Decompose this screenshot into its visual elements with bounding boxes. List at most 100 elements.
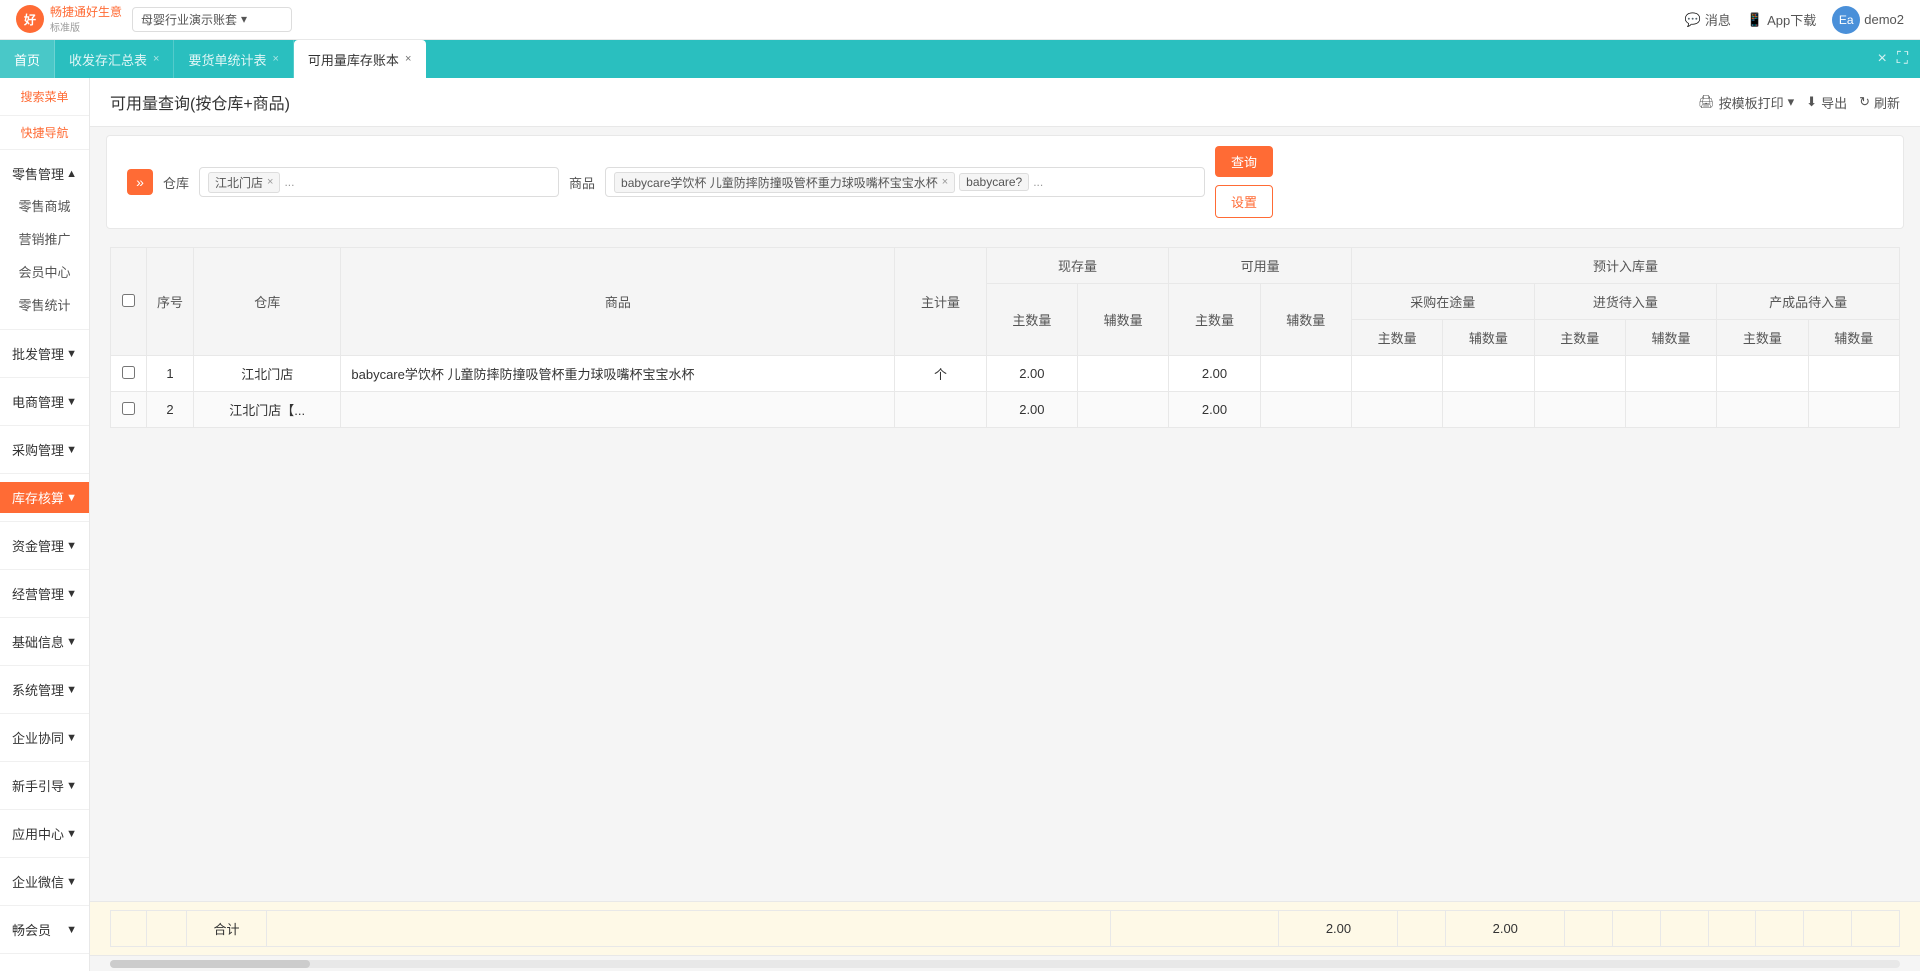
tab-bar-actions: × ⛶ bbox=[1865, 50, 1920, 68]
sidebar-item-retail-stats[interactable]: 零售统计 bbox=[0, 288, 89, 321]
product-filter[interactable]: babycare学饮杯 儿童防摔防撞吸管杯重力球吸嘴杯宝宝水杯 × babyca… bbox=[605, 167, 1205, 197]
sidebar-wholesale-chevron: ▼ bbox=[66, 348, 77, 360]
expand-icon: » bbox=[136, 174, 144, 190]
product-tag-0-close[interactable]: × bbox=[942, 176, 948, 188]
cell-incoming-main-1 bbox=[1534, 392, 1625, 428]
total-avail-main: 2.00 bbox=[1446, 911, 1565, 947]
sidebar-operations-header[interactable]: 经营管理 ▼ bbox=[0, 578, 89, 609]
sidebar-section-basic: 基础信息 ▼ bbox=[0, 618, 89, 666]
filter-expand-btn[interactable]: » bbox=[127, 169, 153, 195]
sidebar-item-member[interactable]: 会员中心 bbox=[0, 255, 89, 288]
sidebar-quick-nav[interactable]: 快捷导航 bbox=[0, 116, 89, 150]
cell-incoming-main-0 bbox=[1534, 356, 1625, 392]
cell-produced-aux-1 bbox=[1808, 392, 1899, 428]
cell-warehouse-0: 江北门店 bbox=[194, 356, 341, 392]
tab-home[interactable]: 首页 bbox=[0, 40, 55, 78]
sidebar-section-finance: 资金管理 ▼ bbox=[0, 522, 89, 570]
sidebar-basic-label: 基础信息 bbox=[12, 632, 64, 651]
table-row[interactable]: 1 江北门店 babycare学饮杯 儿童防摔防撞吸管杯重力球吸嘴杯宝宝水杯 个… bbox=[111, 356, 1900, 392]
sidebar-inventory-chevron: ▼ bbox=[66, 492, 77, 504]
tab-receive[interactable]: 收发存汇总表 × bbox=[55, 40, 174, 78]
table-row[interactable]: 2 江北门店【... 2.00 2.00 bbox=[111, 392, 1900, 428]
select-all-checkbox[interactable] bbox=[122, 294, 135, 307]
sidebar-apps-header[interactable]: 应用中心 ▼ bbox=[0, 818, 89, 849]
th-estimated-in: 预计入库量 bbox=[1351, 248, 1899, 284]
sidebar-section-wholesale: 批发管理 ▼ bbox=[0, 330, 89, 378]
cell-incoming-aux-1 bbox=[1625, 392, 1716, 428]
sidebar-wholesale-label: 批发管理 bbox=[12, 344, 64, 363]
sidebar-basic-header[interactable]: 基础信息 ▼ bbox=[0, 626, 89, 657]
warehouse-tag-close[interactable]: × bbox=[267, 176, 273, 188]
tab-close-all-btn[interactable]: × bbox=[1877, 50, 1886, 68]
table-body: 1 江北门店 babycare学饮杯 儿童防摔防撞吸管杯重力球吸嘴杯宝宝水杯 个… bbox=[111, 356, 1900, 428]
cell-checkbox-1[interactable] bbox=[111, 392, 147, 428]
sidebar-item-retail-shop[interactable]: 零售商城 bbox=[0, 189, 89, 222]
top-bar-left: 好 畅捷通好生意 标准版 母婴行业演示账套 ▾ bbox=[16, 5, 292, 34]
cell-stock-main-0: 2.00 bbox=[986, 356, 1077, 392]
sidebar-finance-chevron: ▼ bbox=[66, 540, 77, 552]
refresh-btn[interactable]: ↻ 刷新 bbox=[1859, 93, 1900, 112]
sidebar-member-header[interactable]: 畅会员 ▼ bbox=[0, 914, 89, 945]
sidebar-section-guide: 新手引导 ▼ bbox=[0, 762, 89, 810]
sidebar-system-header[interactable]: 系统管理 ▼ bbox=[0, 674, 89, 705]
tab-available[interactable]: 可用量库存账本 × bbox=[294, 40, 426, 78]
sidebar-section-ecommerce: 电商管理 ▼ bbox=[0, 378, 89, 426]
sidebar-retail-header[interactable]: 零售管理 ▲ bbox=[0, 158, 89, 189]
cell-produced-main-0 bbox=[1717, 356, 1808, 392]
tab-fullscreen-btn[interactable]: ⛶ bbox=[1897, 50, 1908, 68]
tab-order[interactable]: 要货单统计表 × bbox=[174, 40, 293, 78]
sidebar-item-marketing[interactable]: 营销推广 bbox=[0, 222, 89, 255]
cell-checkbox-0[interactable] bbox=[111, 356, 147, 392]
product-label: 商品 bbox=[569, 173, 595, 192]
warehouse-filter[interactable]: 江北门店 × ... bbox=[199, 167, 559, 197]
sidebar-search[interactable]: 搜索菜单 bbox=[0, 78, 89, 116]
scroll-thumb[interactable] bbox=[110, 960, 310, 968]
table-header-row-1: 序号 仓库 商品 主计量 现存量 可用量 预计入库量 bbox=[111, 248, 1900, 284]
sidebar-finance-header[interactable]: 资金管理 ▼ bbox=[0, 530, 89, 561]
sidebar-collab-header[interactable]: 企业协同 ▼ bbox=[0, 722, 89, 753]
tenant-select[interactable]: 母婴行业演示账套 ▾ bbox=[132, 7, 292, 32]
sidebar-ecommerce-label: 电商管理 bbox=[12, 392, 64, 411]
sidebar-guide-header[interactable]: 新手引导 ▼ bbox=[0, 770, 89, 801]
message-btn[interactable]: 💬 消息 bbox=[1685, 10, 1731, 29]
app-download-btn[interactable]: 📱 App下载 bbox=[1747, 10, 1816, 29]
warehouse-tag-text: 江北门店 bbox=[215, 174, 263, 191]
cell-avail-main-0: 2.00 bbox=[1169, 356, 1260, 392]
tab-available-close[interactable]: × bbox=[405, 53, 411, 65]
sidebar-retail-chevron: ▲ bbox=[66, 168, 77, 180]
th-checkbox[interactable] bbox=[111, 248, 147, 356]
warehouse-more: ... bbox=[284, 175, 294, 189]
th-stock-main: 主数量 bbox=[986, 284, 1077, 356]
query-btn[interactable]: 查询 bbox=[1215, 146, 1273, 177]
print-btn[interactable]: 🖨 按模板打印 ▾ bbox=[1698, 93, 1794, 112]
tab-receive-close[interactable]: × bbox=[153, 53, 159, 65]
user-area[interactable]: Ea demo2 bbox=[1832, 6, 1904, 34]
sidebar-member-label: 畅会员 bbox=[12, 920, 51, 939]
sidebar-ecommerce-chevron: ▼ bbox=[66, 396, 77, 408]
cell-purchase-aux-1 bbox=[1443, 392, 1534, 428]
row-1-checkbox[interactable] bbox=[122, 402, 135, 415]
sidebar-inventory-header[interactable]: 库存核算 ▼ bbox=[0, 482, 89, 513]
settings-btn[interactable]: 设置 bbox=[1215, 185, 1273, 218]
filter-area: » 仓库 江北门店 × ... 商品 babycare学饮杯 儿童防摔防撞吸管杯… bbox=[106, 135, 1904, 229]
content-area: 可用量查询(按仓库+商品) 🖨 按模板打印 ▾ ⬇ 导出 ↻ 刷新 bbox=[90, 78, 1920, 971]
data-table: 序号 仓库 商品 主计量 现存量 可用量 预计入库量 主数量 辅数量 主数量 辅… bbox=[110, 247, 1900, 428]
sidebar-purchase-label: 采购管理 bbox=[12, 440, 64, 459]
sidebar-collab-chevron: ▼ bbox=[66, 732, 77, 744]
th-avail-aux: 辅数量 bbox=[1260, 284, 1351, 356]
sidebar-wechat-header[interactable]: 企业微信 ▼ bbox=[0, 866, 89, 897]
table-footer: 合计 2.00 2.00 bbox=[90, 901, 1920, 955]
dropdown-icon: ▾ bbox=[241, 12, 247, 26]
sidebar-ecommerce-header[interactable]: 电商管理 ▼ bbox=[0, 386, 89, 417]
th-warehouse: 仓库 bbox=[194, 248, 341, 356]
sidebar-wholesale-header[interactable]: 批发管理 ▼ bbox=[0, 338, 89, 369]
tab-order-close[interactable]: × bbox=[272, 53, 278, 65]
sidebar-purchase-header[interactable]: 采购管理 ▼ bbox=[0, 434, 89, 465]
export-btn[interactable]: ⬇ 导出 bbox=[1806, 93, 1847, 112]
horizontal-scrollbar[interactable] bbox=[110, 960, 1900, 968]
sidebar-system-label: 系统管理 bbox=[12, 680, 64, 699]
row-0-checkbox[interactable] bbox=[122, 366, 135, 379]
th-avail-main: 主数量 bbox=[1169, 284, 1260, 356]
tab-home-label: 首页 bbox=[14, 50, 40, 69]
th-sub-produced: 产成品待入量 bbox=[1717, 284, 1900, 320]
